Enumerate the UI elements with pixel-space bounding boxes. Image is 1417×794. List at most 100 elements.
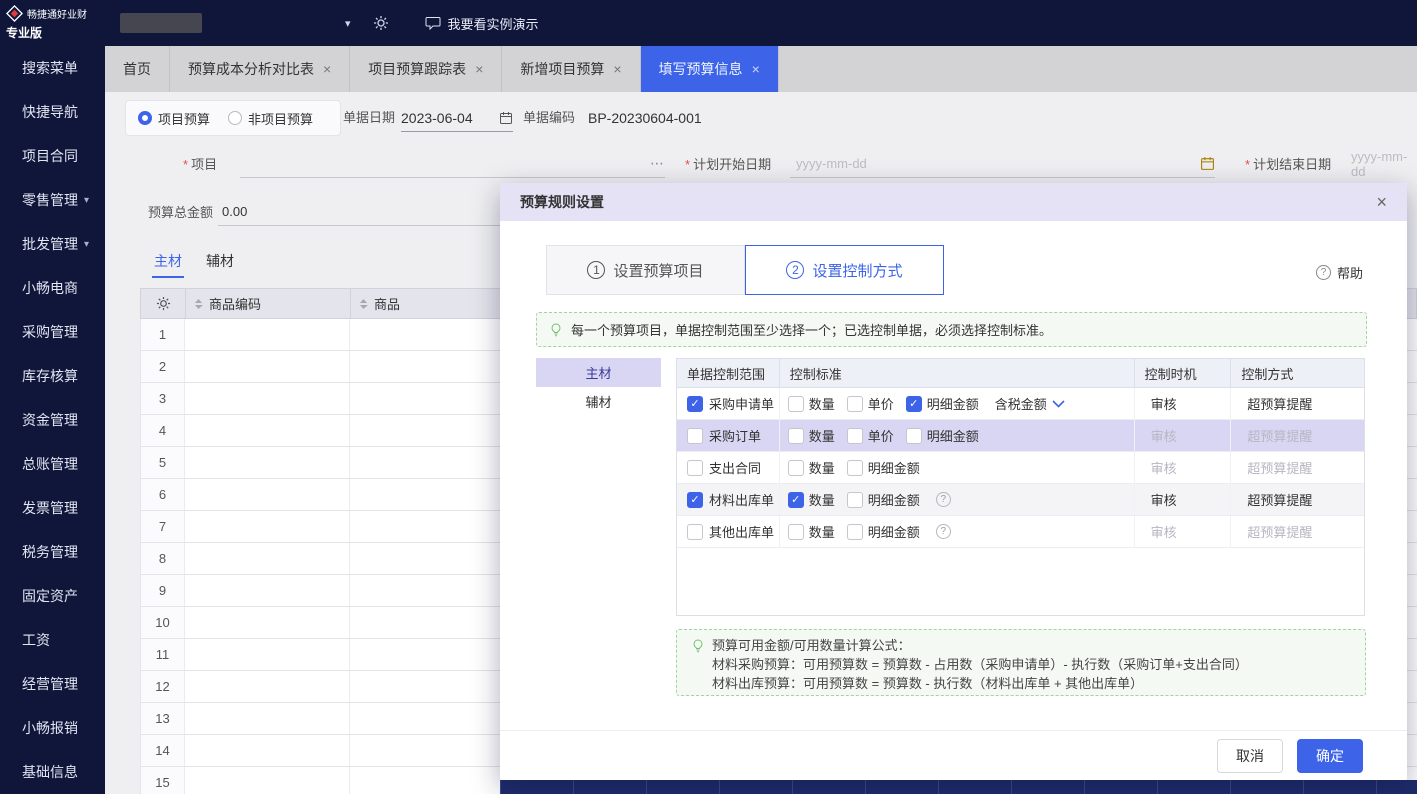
checkbox[interactable] bbox=[846, 395, 863, 412]
checkbox[interactable] bbox=[787, 523, 804, 540]
product-code-cell[interactable] bbox=[185, 703, 350, 734]
checkbox[interactable]: ✓ bbox=[687, 395, 703, 412]
sidebar-item-工资[interactable]: 工资 bbox=[0, 618, 105, 662]
sidebar-item-总账管理[interactable]: 总账管理 bbox=[0, 442, 105, 486]
checkbox[interactable] bbox=[687, 427, 703, 444]
sidebar-item-税务管理[interactable]: 税务管理 bbox=[0, 530, 105, 574]
tab-预算成本分析对比表[interactable]: 预算成本分析对比表 × bbox=[170, 46, 351, 92]
product-code-cell[interactable] bbox=[185, 479, 350, 510]
checkbox[interactable] bbox=[846, 459, 863, 476]
sidebar-item-经营管理[interactable]: 经营管理 bbox=[0, 662, 105, 706]
sort-icon bbox=[195, 298, 203, 309]
sidebar-item-零售管理[interactable]: 零售管理 ▾ bbox=[0, 178, 105, 222]
tab-填写预算信息[interactable]: 填写预算信息 × bbox=[640, 46, 779, 92]
project-input[interactable]: ⋯ bbox=[240, 150, 665, 178]
more-ellipsis-icon[interactable]: ⋯ bbox=[650, 155, 665, 172]
product-code-cell[interactable] bbox=[185, 383, 350, 414]
sidebar-item-搜索菜单[interactable]: 搜索菜单 bbox=[0, 46, 105, 90]
material-tab-辅材[interactable]: 辅材 bbox=[204, 248, 236, 278]
plan-start-input[interactable]: yyyy-mm-dd bbox=[790, 150, 1215, 178]
row-number: 2 bbox=[140, 351, 185, 382]
workspace-selector[interactable] bbox=[120, 13, 202, 33]
control-table-row[interactable]: ✓ 材料出库单 ✓ 数量 明细金额? 审核 超预算提醒 bbox=[677, 484, 1364, 516]
sidebar-item-快捷导航[interactable]: 快捷导航 bbox=[0, 90, 105, 134]
sidebar-item-固定资产[interactable]: 固定资产 bbox=[0, 574, 105, 618]
control-table-row[interactable]: 采购订单 数量 单价 明细金额 审核 超预算提醒 bbox=[677, 420, 1364, 452]
tab-新增项目预算[interactable]: 新增项目预算 × bbox=[502, 46, 641, 92]
tab-set-control-method[interactable]: 2 设置控制方式 bbox=[745, 245, 944, 295]
checkbox[interactable]: ✓ bbox=[905, 395, 922, 412]
doc-date-field[interactable]: 2023-06-04 bbox=[401, 104, 513, 132]
chevron-down-icon[interactable]: ▾ bbox=[345, 17, 351, 30]
tab-项目预算跟踪表[interactable]: 项目预算跟踪表 × bbox=[350, 46, 503, 92]
product-code-cell[interactable] bbox=[185, 511, 350, 542]
sidebar-item-资金管理[interactable]: 资金管理 bbox=[0, 398, 105, 442]
radio-nonproject-budget[interactable]: 非项目预算 bbox=[228, 109, 313, 128]
formula-title: 预算可用金额/可用数量计算公式： bbox=[712, 638, 911, 653]
grid-settings-cell[interactable] bbox=[141, 289, 186, 318]
modal-material-tab-辅材[interactable]: 辅材 bbox=[536, 387, 661, 416]
sidebar-item-小畅报销[interactable]: 小畅报销 bbox=[0, 706, 105, 750]
checkbox[interactable] bbox=[687, 459, 703, 476]
control-table-row[interactable]: 支出合同 数量 明细金额 审核 超预算提醒 bbox=[677, 452, 1364, 484]
doc-type-label: 材料出库单 bbox=[709, 493, 775, 508]
product-code-cell[interactable] bbox=[185, 415, 350, 446]
control-table-row[interactable]: 其他出库单 数量 明细金额? 审核 超预算提醒 bbox=[677, 516, 1364, 548]
close-icon[interactable]: × bbox=[613, 61, 621, 77]
control-table-body: ✓ 采购申请单 数量 单价 ✓ 明细金额 含税金额 审核 超预算提醒 采购订单 数量 单价 明细金额 审核… bbox=[677, 388, 1364, 548]
checkbox[interactable] bbox=[846, 523, 863, 540]
product-code-cell[interactable] bbox=[185, 767, 350, 794]
product-code-cell[interactable] bbox=[185, 671, 350, 702]
demo-link[interactable]: 我要看实例演示 bbox=[425, 14, 539, 33]
close-icon[interactable]: × bbox=[475, 61, 483, 77]
product-code-cell[interactable] bbox=[185, 543, 350, 574]
sidebar-item-批发管理[interactable]: 批发管理 ▾ bbox=[0, 222, 105, 266]
product-code-cell[interactable] bbox=[185, 447, 350, 478]
sidebar-item-小畅电商[interactable]: 小畅电商 bbox=[0, 266, 105, 310]
checkbox[interactable] bbox=[787, 395, 804, 412]
close-icon[interactable]: × bbox=[323, 61, 331, 77]
radio-project-budget[interactable]: 项目预算 bbox=[138, 109, 210, 128]
help-icon[interactable]: ? bbox=[935, 524, 951, 539]
product-code-cell[interactable] bbox=[185, 351, 350, 382]
product-code-cell[interactable] bbox=[185, 319, 350, 350]
product-code-cell[interactable] bbox=[185, 607, 350, 638]
sidebar-item-采购管理[interactable]: 采购管理 bbox=[0, 310, 105, 354]
material-tabs: 主材 辅材 bbox=[152, 248, 236, 278]
checkbox[interactable]: ✓ bbox=[687, 491, 703, 508]
calendar-icon[interactable] bbox=[1200, 156, 1215, 171]
product-code-cell[interactable] bbox=[185, 639, 350, 670]
tax-amount-dropdown[interactable]: 含税金额 bbox=[995, 394, 1065, 413]
close-icon[interactable]: × bbox=[1376, 193, 1387, 211]
close-icon[interactable]: × bbox=[752, 61, 760, 77]
product-code-cell[interactable] bbox=[185, 735, 350, 766]
checkbox[interactable] bbox=[687, 523, 703, 540]
tab-bar: 首页 预算成本分析对比表 × 项目预算跟踪表 × 新增项目预算 × 填写预算信息 × bbox=[105, 46, 1417, 92]
checkbox[interactable]: ✓ bbox=[787, 491, 804, 508]
checkbox[interactable] bbox=[787, 427, 804, 444]
material-tab-主材[interactable]: 主材 bbox=[152, 248, 184, 278]
sidebar-item-项目合同[interactable]: 项目合同 bbox=[0, 134, 105, 178]
confirm-button[interactable]: 确定 bbox=[1297, 738, 1363, 773]
sidebar-item-发票管理[interactable]: 发票管理 bbox=[0, 486, 105, 530]
doc-type-label: 支出合同 bbox=[709, 461, 762, 476]
cancel-button[interactable]: 取消 bbox=[1217, 738, 1283, 773]
settings-gear-icon[interactable] bbox=[373, 15, 389, 31]
product-code-cell[interactable] bbox=[185, 575, 350, 606]
column-header-product-code[interactable]: 商品编码 bbox=[186, 289, 351, 318]
checkbox[interactable] bbox=[787, 459, 804, 476]
modal-material-tab-主材[interactable]: 主材 bbox=[536, 358, 661, 387]
help-icon[interactable]: ? bbox=[935, 492, 951, 507]
checkbox[interactable] bbox=[905, 427, 922, 444]
tab-set-budget-items[interactable]: 1 设置预算项目 bbox=[546, 245, 745, 295]
help-link[interactable]: ? 帮助 bbox=[1315, 263, 1363, 282]
sidebar-item-库存核算[interactable]: 库存核算 bbox=[0, 354, 105, 398]
control-table-row[interactable]: ✓ 采购申请单 数量 单价 ✓ 明细金额 含税金额 审核 超预算提醒 bbox=[677, 388, 1364, 420]
plan-end-input[interactable]: yyyy-mm-dd bbox=[1345, 150, 1417, 178]
checkbox[interactable] bbox=[846, 427, 863, 444]
sidebar-item-基础信息[interactable]: 基础信息 bbox=[0, 750, 105, 794]
tab-首页[interactable]: 首页 bbox=[105, 46, 170, 92]
radio-nonproject-label: 非项目预算 bbox=[248, 111, 314, 127]
doc-type-label: 采购订单 bbox=[709, 429, 762, 444]
checkbox[interactable] bbox=[846, 491, 863, 508]
